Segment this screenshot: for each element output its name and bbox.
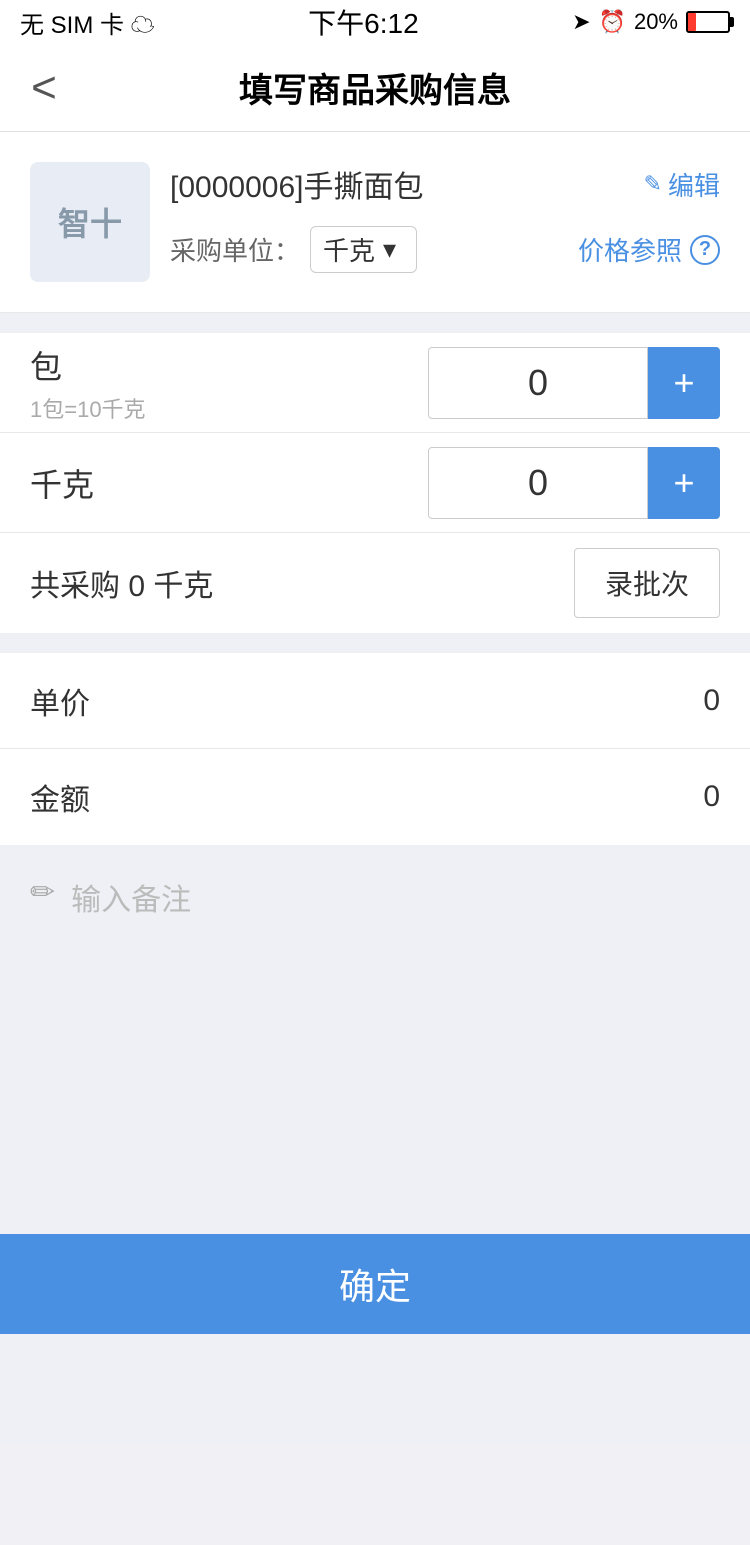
unit-price-label: 单价 [30, 679, 90, 723]
status-left: 无 SIM 卡 ☁ [20, 5, 155, 40]
battery-percent: 20% [634, 9, 678, 35]
unit-select[interactable]: 千克 ▾ [310, 226, 417, 273]
amount-value: 0 [703, 780, 720, 814]
info-circle-icon: ? [690, 235, 720, 265]
unit-price-value: 0 [703, 684, 720, 718]
product-name: [0000006]手撕面包 [170, 162, 423, 206]
product-logo-text: 智十 [58, 199, 122, 245]
edit-icon: ✎ [644, 171, 662, 197]
price-ref-label: 价格参照 [578, 231, 682, 268]
input-section: 包 1包=10千克 0 + 千克 0 [0, 333, 750, 533]
bao-sub-label: 1包=10千克 [30, 392, 150, 424]
product-info: [0000006]手撕面包 ✎ 编辑 采购单位： 千克 ▾ [170, 162, 720, 273]
kg-plus-button[interactable]: + [648, 447, 720, 519]
bao-main-label: 包 [30, 342, 150, 388]
summary-text: 共采购 0 千克 [30, 561, 213, 605]
product-image: 智十 [30, 162, 150, 282]
unit-price-row: 单价 0 [0, 653, 750, 749]
edit-label: 编辑 [668, 166, 720, 203]
bao-controls: 0 + [150, 347, 720, 419]
note-placeholder: 输入备注 [71, 875, 191, 919]
note-section[interactable]: ✏ 输入备注 [0, 845, 750, 1045]
status-bar: 无 SIM 卡 ☁ 下午6:12 ➤ ⏰ 20% [0, 0, 750, 44]
kg-value: 0 [528, 462, 548, 504]
bao-input-row: 包 1包=10千克 0 + [0, 333, 750, 433]
page-title: 填写商品采购信息 [239, 63, 511, 112]
bao-label: 包 1包=10千克 [30, 342, 150, 424]
alarm-icon: ⏰ [599, 9, 626, 35]
battery-icon [686, 11, 730, 33]
unit-value: 千克 [323, 231, 375, 268]
status-time: 下午6:12 [308, 2, 419, 42]
confirm-button[interactable]: 确定 [0, 1234, 750, 1334]
kg-main-label: 千克 [30, 460, 150, 506]
status-right: ➤ ⏰ 20% [572, 9, 730, 35]
kg-input-row: 千克 0 + [0, 433, 750, 533]
back-button[interactable]: < [0, 44, 88, 132]
product-card: 智十 [0000006]手撕面包 ✎ 编辑 采购单位： 千克 ▾ [0, 132, 750, 313]
price-info-section: 单价 0 金额 0 [0, 653, 750, 845]
bao-plus-button[interactable]: + [648, 347, 720, 419]
pencil-icon: ✏ [30, 875, 55, 910]
unit-prefix: 采购单位： [170, 231, 300, 268]
edit-button[interactable]: ✎ 编辑 [644, 166, 720, 203]
sim-status: 无 SIM 卡 ☁ [20, 5, 155, 40]
kg-controls: 0 + [150, 447, 720, 519]
divider-2 [0, 633, 750, 653]
bao-value: 0 [528, 362, 548, 404]
nav-bar: < 填写商品采购信息 [0, 44, 750, 132]
amount-label: 金额 [30, 775, 90, 819]
kg-number-input[interactable]: 0 [428, 447, 648, 519]
batch-button[interactable]: 录批次 [574, 548, 720, 618]
amount-row: 金额 0 [0, 749, 750, 845]
divider-1 [0, 313, 750, 333]
bao-number-input[interactable]: 0 [428, 347, 648, 419]
purchase-unit-row: 采购单位： 千克 ▾ 价格参照 ? [170, 226, 720, 273]
location-icon: ➤ [572, 9, 590, 35]
back-arrow-icon: < [31, 63, 57, 113]
summary-row: 共采购 0 千克 录批次 [0, 533, 750, 633]
kg-label: 千克 [30, 460, 150, 506]
price-ref-button[interactable]: 价格参照 ? [578, 231, 720, 268]
product-name-row: [0000006]手撕面包 ✎ 编辑 [170, 162, 720, 206]
unit-dropdown-icon: ▾ [383, 234, 396, 265]
